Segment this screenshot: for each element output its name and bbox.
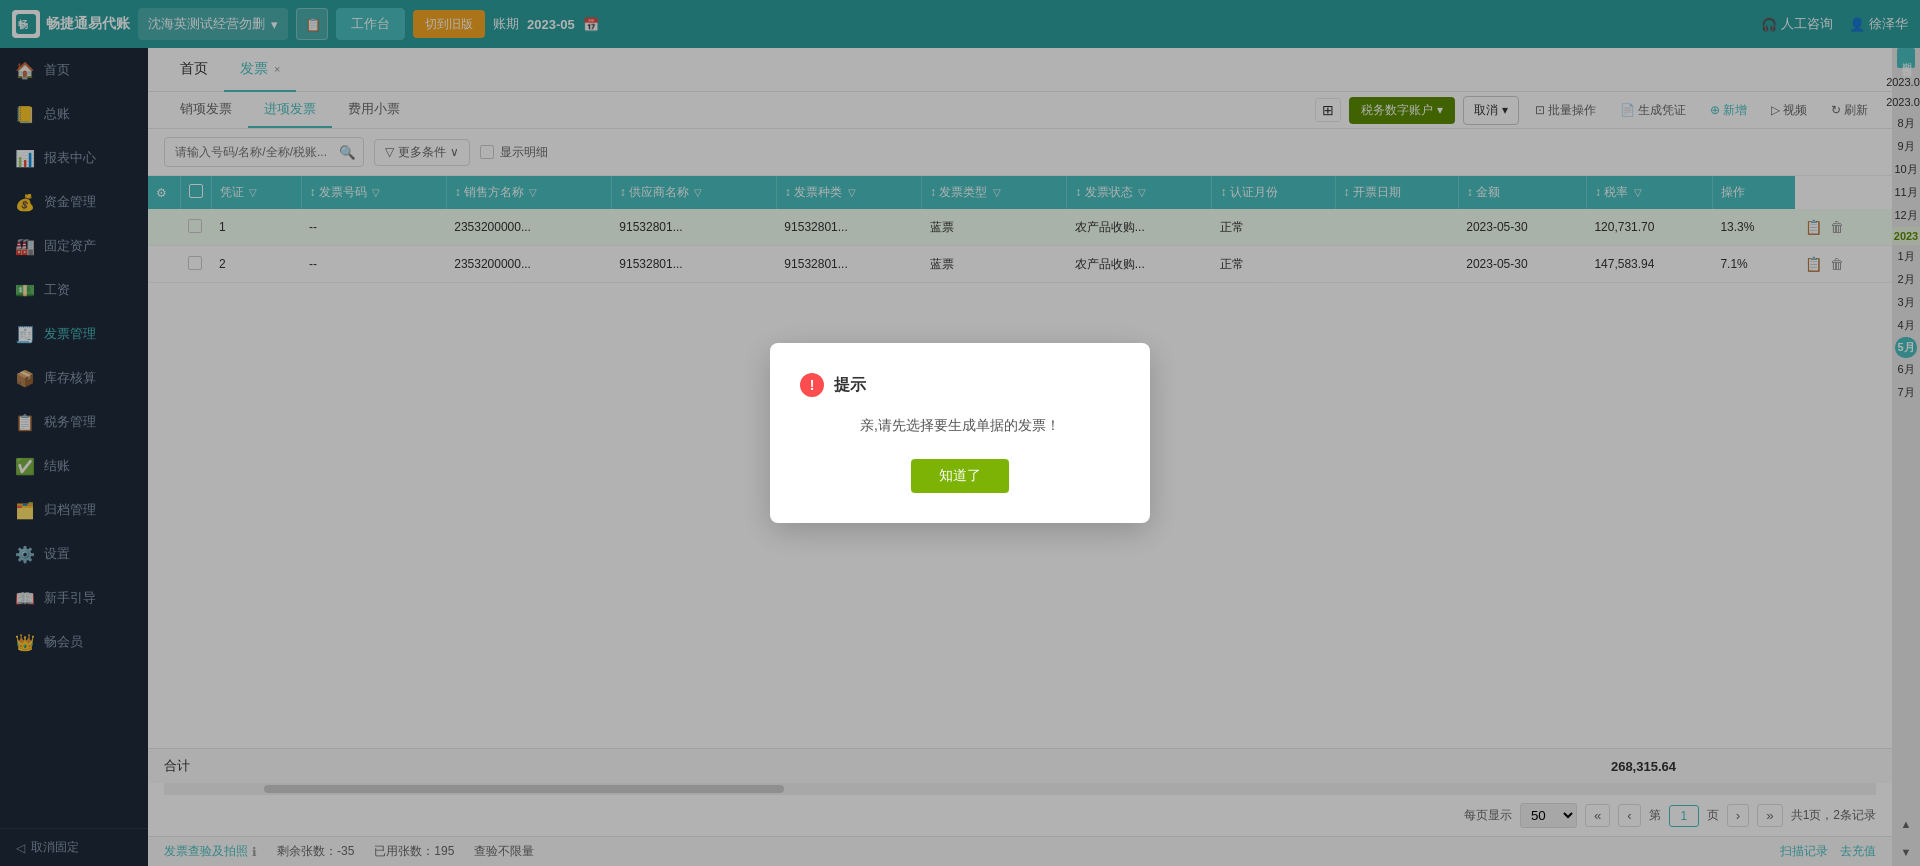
modal-overlay: ! 提示 亲,请先选择要生成单据的发票！ 知道了 (0, 0, 1920, 866)
modal-message: 亲,请先选择要生成单据的发票！ (800, 417, 1120, 435)
warning-icon: ! (800, 373, 824, 397)
modal-dialog: ! 提示 亲,请先选择要生成单据的发票！ 知道了 (770, 343, 1150, 523)
modal-title-area: ! 提示 (800, 373, 1120, 397)
modal-footer: 知道了 (800, 459, 1120, 493)
confirm-button[interactable]: 知道了 (911, 459, 1009, 493)
modal-title-text: 提示 (834, 375, 866, 396)
